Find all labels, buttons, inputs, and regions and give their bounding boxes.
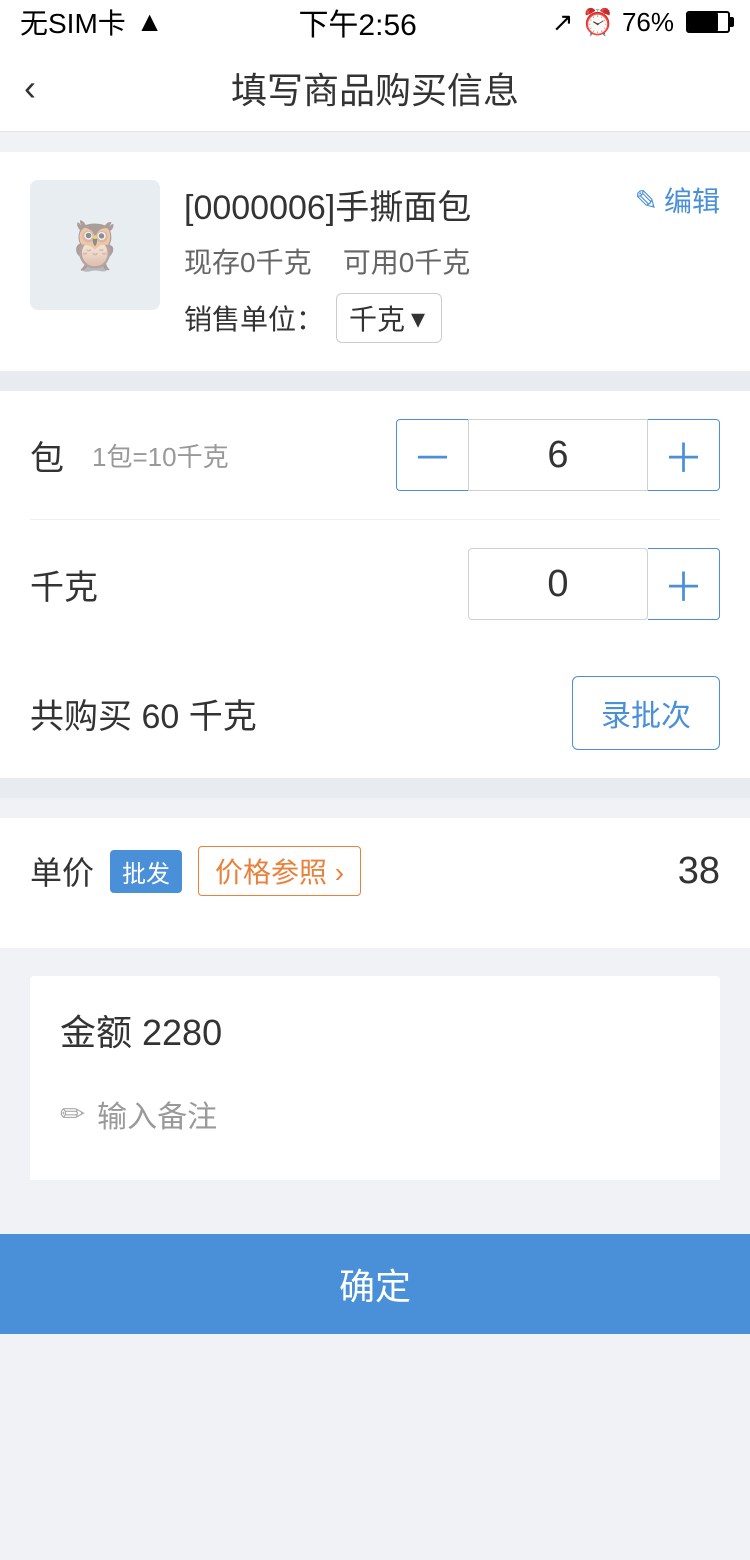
price-ref-label: 价格参照 › <box>215 851 344 891</box>
page-title: 填写商品购买信息 <box>231 62 519 114</box>
available-label: 可用0千克 <box>343 247 471 278</box>
wifi-icon: ▲ <box>136 6 164 38</box>
product-card: 🦉 [0000006]手撕面包 现存0千克 可用0千克 销售单位： 千克 ▾ ✎… <box>0 152 750 371</box>
bag-controls: － ＋ <box>396 419 720 491</box>
status-bar: 无SIM卡 ▲ 下午2:56 ↗ ⏰ 76% <box>0 0 750 44</box>
bag-hint: 1包=10千克 <box>92 437 229 474</box>
back-button[interactable]: ‹ <box>24 67 36 109</box>
kg-label: 千克 <box>30 560 98 609</box>
remark-row[interactable]: ✏ 输入备注 <box>60 1076 690 1152</box>
bag-label: 包 <box>30 431 64 480</box>
carrier-label: 无SIM卡 <box>20 2 126 42</box>
kg-controls: ＋ <box>468 548 720 620</box>
price-type-badge: 批发 <box>110 850 182 893</box>
total-row: 共购买 60 千克 录批次 <box>0 648 750 778</box>
product-image: 🦉 <box>30 180 160 310</box>
unit-prefix: 销售单位： <box>184 298 324 338</box>
edit-icon: ✎ <box>635 184 658 217</box>
battery-percent: 76% <box>622 7 674 38</box>
product-unit-row: 销售单位： 千克 ▾ <box>184 293 720 343</box>
price-section: 单价 批发 价格参照 › 38 <box>0 818 750 948</box>
unit-select[interactable]: 千克 ▾ <box>336 293 442 343</box>
bag-input-row: 包 1包=10千克 － ＋ <box>30 391 720 520</box>
bag-plus-button[interactable]: ＋ <box>648 419 720 491</box>
price-reference-button[interactable]: 价格参照 › <box>198 846 361 896</box>
battery-icon <box>686 11 730 33</box>
alarm-icon: ⏰ <box>582 7 614 38</box>
status-time: 下午2:56 <box>298 0 416 44</box>
nav-bar: ‹ 填写商品购买信息 <box>0 44 750 132</box>
divider-1 <box>0 371 750 391</box>
stock-label: 现存0千克 <box>184 247 312 278</box>
kg-plus-button[interactable]: ＋ <box>648 548 720 620</box>
total-label: 共购买 60 千克 <box>30 689 257 738</box>
chevron-down-icon: ▾ <box>411 302 425 335</box>
location-icon: ↗ <box>552 7 574 38</box>
kg-quantity-input[interactable] <box>468 548 648 620</box>
product-logo: 🦉 <box>65 217 125 274</box>
record-batch-button[interactable]: 录批次 <box>572 676 720 750</box>
divider-2 <box>0 778 750 798</box>
product-stock: 现存0千克 可用0千克 <box>184 241 720 281</box>
amount-section: 金额 2280 ✏ 输入备注 <box>0 948 750 1180</box>
bag-quantity-input[interactable] <box>468 419 648 491</box>
price-label: 单价 <box>30 848 94 894</box>
status-right: ↗ ⏰ 76% <box>552 7 730 38</box>
bag-minus-button[interactable]: － <box>396 419 468 491</box>
price-row: 单价 批发 价格参照 › 38 <box>30 846 720 896</box>
amount-row: 金额 2280 ✏ 输入备注 <box>30 976 720 1180</box>
input-section: 包 1包=10千克 － ＋ 千克 ＋ <box>0 391 750 648</box>
status-left: 无SIM卡 ▲ <box>20 2 164 42</box>
amount-label: 金额 2280 <box>60 1004 690 1056</box>
remark-placeholder: 输入备注 <box>97 1092 217 1136</box>
pencil-icon: ✏ <box>60 1097 85 1132</box>
confirm-button[interactable]: 确定 <box>0 1234 750 1334</box>
kg-input-row: 千克 ＋ <box>30 520 720 648</box>
price-value: 38 <box>678 850 720 893</box>
edit-button[interactable]: ✎ 编辑 <box>635 180 720 220</box>
